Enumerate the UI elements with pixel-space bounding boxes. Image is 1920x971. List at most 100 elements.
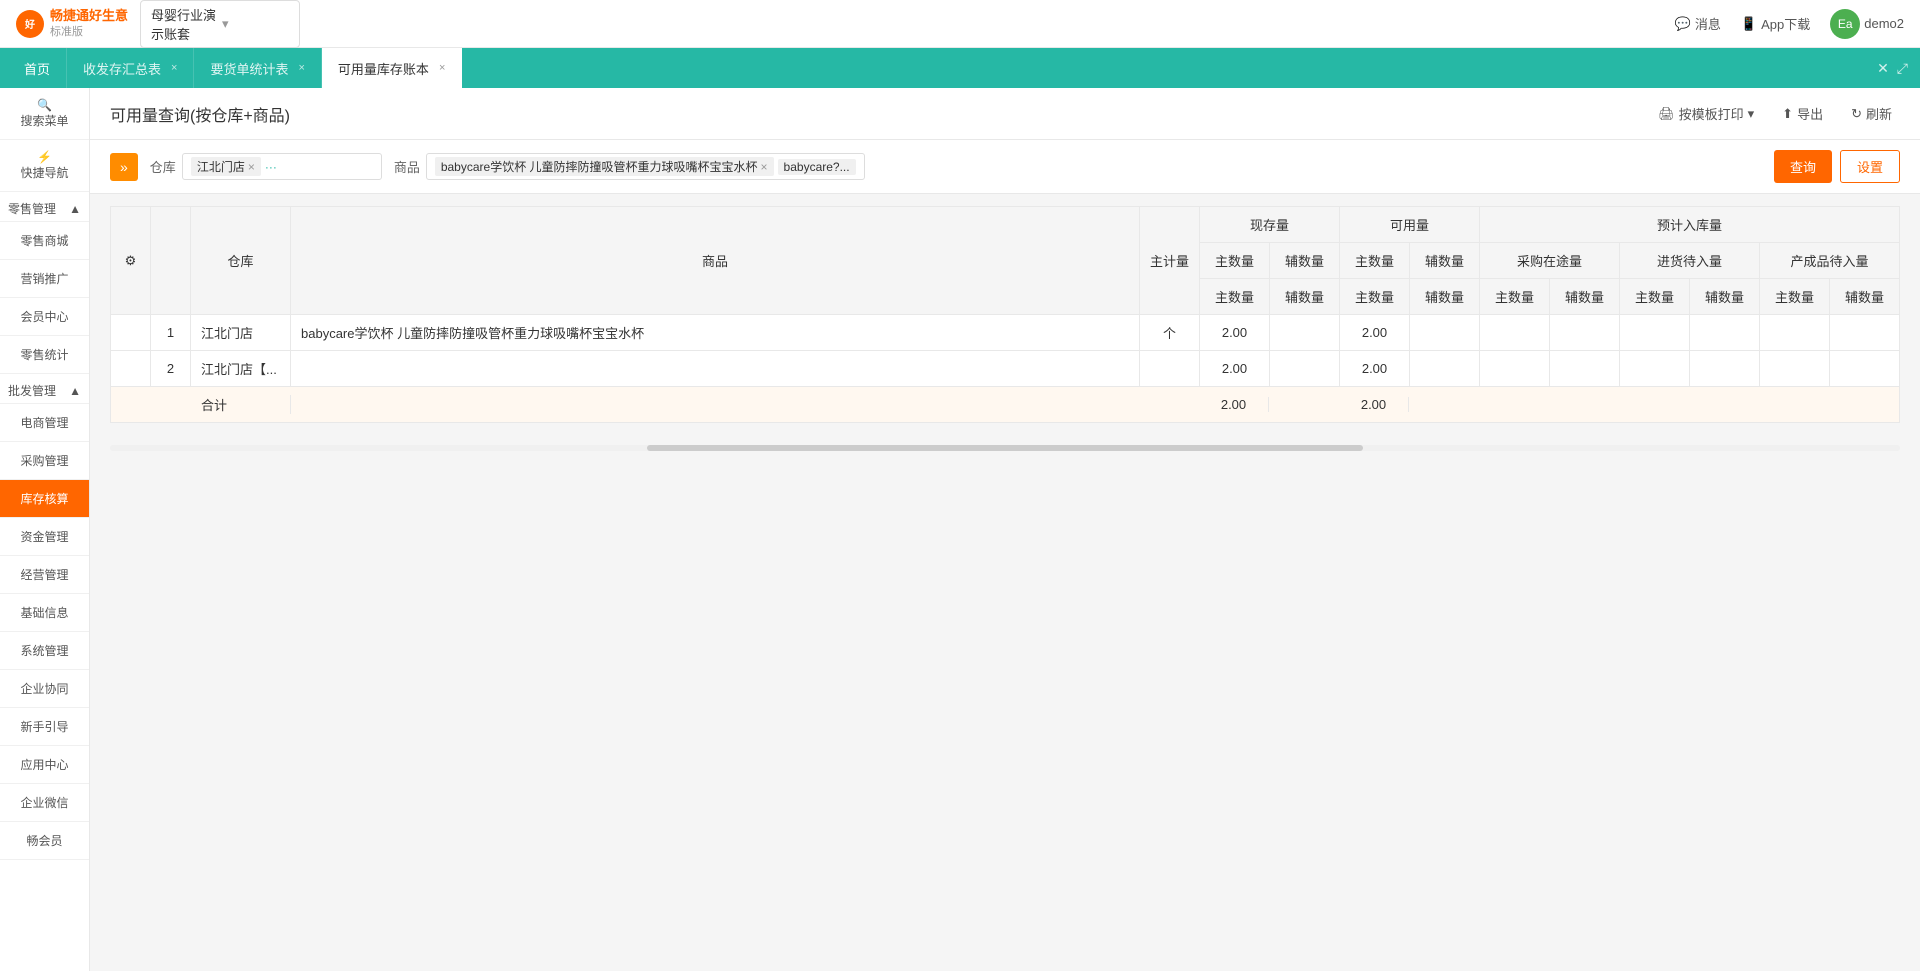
row2-purchase-aux: [1550, 351, 1620, 387]
basics-label: 基础信息: [20, 606, 68, 620]
message-label: 消息: [1695, 14, 1721, 33]
settings-button[interactable]: 设置: [1840, 150, 1900, 183]
nav-win-controls: ✕ ⤢: [1877, 48, 1920, 88]
industry-selector[interactable]: 母婴行业演示账套 ▾: [140, 0, 300, 48]
row1-product: babycare学饮杯 儿童防摔防撞吸管杯重力球吸嘴杯宝宝水杯: [291, 315, 1140, 351]
th-inbound-main: 主数量: [1620, 279, 1690, 315]
row2-production-main: [1760, 351, 1830, 387]
newbie-label: 新手引导: [20, 720, 68, 734]
export-button[interactable]: ⬆ 导出: [1774, 100, 1831, 127]
print-button[interactable]: 🖨 按模板打印 ▾: [1650, 100, 1762, 127]
sidebar-item-newbie[interactable]: 新手引导: [0, 708, 89, 746]
sidebar-item-member2[interactable]: 畅会员: [0, 822, 89, 860]
tab-receive-summary-label: 收发存汇总表: [83, 59, 161, 78]
warehouse-tag-text: 江北门店: [197, 158, 245, 175]
close-window-icon[interactable]: ✕: [1877, 60, 1889, 77]
username: demo2: [1864, 16, 1904, 31]
row1-inbound-main: [1620, 315, 1690, 351]
main-layout: 🔍 搜索菜单 ⚡ 快捷导航 零售管理 ▲ 零售商城 营销推广 会员中心 零售统计…: [0, 88, 1920, 971]
th-production-group: 产成品待入量: [1760, 243, 1900, 279]
sidebar-item-marketing[interactable]: 营销推广: [0, 260, 89, 298]
sidebar-item-purchase[interactable]: 采购管理: [0, 442, 89, 480]
horizontal-scrollbar[interactable]: [110, 445, 1900, 451]
th-production-aux: 辅数量: [1830, 279, 1900, 315]
user-area[interactable]: Ea demo2: [1830, 9, 1904, 39]
sidebar-group-retail[interactable]: 零售管理 ▲: [0, 192, 89, 222]
sidebar-search[interactable]: 🔍 搜索菜单: [0, 88, 89, 140]
top-bar-right: 💬 消息 📱 App下载 Ea demo2: [1675, 9, 1904, 39]
row2-inbound-main: [1620, 351, 1690, 387]
table-row: 1 江北门店 babycare学饮杯 儿童防摔防撞吸管杯重力球吸嘴杯宝宝水杯 个…: [111, 315, 1900, 351]
export-label: 导出: [1797, 104, 1823, 123]
row2-settings: [111, 351, 151, 387]
sidebar-quick-nav[interactable]: ⚡ 快捷导航: [0, 140, 89, 192]
sidebar-item-wecom[interactable]: 企业微信: [0, 784, 89, 822]
table-container: ⚙ 仓库 商品 主计量 现存量 可用量 预计入库量 主数量 辅数量 主数量 辅数…: [90, 194, 1920, 435]
th-purchase-main: 主数量: [1480, 279, 1550, 315]
th-purchase-aux: 辅数量: [1550, 279, 1620, 315]
row2-production-aux: [1830, 351, 1900, 387]
tab-available-stock[interactable]: 可用量库存账本 ×: [322, 48, 462, 88]
tab-receive-summary[interactable]: 收发存汇总表 ×: [67, 48, 194, 88]
th-settings[interactable]: ⚙: [111, 207, 151, 315]
sidebar-item-enterprise[interactable]: 企业协同: [0, 670, 89, 708]
table-footer: 合计 2.00 2.00: [110, 387, 1900, 423]
app-download-label: App下载: [1761, 14, 1810, 33]
message-button[interactable]: 💬 消息: [1675, 14, 1721, 33]
sidebar-item-finance[interactable]: 资金管理: [0, 518, 89, 556]
product-tag-text-1: babycare?...: [784, 160, 850, 174]
row2-available-aux: [1410, 351, 1480, 387]
footer-stock-main: 2.00: [1199, 397, 1269, 412]
tab-available-stock-close[interactable]: ×: [439, 62, 445, 74]
data-table: ⚙ 仓库 商品 主计量 现存量 可用量 预计入库量 主数量 辅数量 主数量 辅数…: [110, 206, 1900, 387]
row2-unit: [1139, 351, 1199, 387]
footer-label: 合计: [201, 398, 227, 413]
logo-icon: 好: [16, 10, 44, 38]
footer-available-main: 2.00: [1339, 397, 1409, 412]
product-filter-tags[interactable]: babycare学饮杯 儿童防摔防撞吸管杯重力球吸嘴杯宝宝水杯 × babyca…: [426, 153, 865, 180]
sidebar-item-basics[interactable]: 基础信息: [0, 594, 89, 632]
product-tag-close-0[interactable]: ×: [761, 160, 768, 174]
sidebar-item-retail-stats[interactable]: 零售统计: [0, 336, 89, 374]
inventory-label: 库存核算: [20, 492, 68, 506]
wholesale-label: 批发管理: [8, 382, 56, 399]
member-label: 会员中心: [20, 310, 68, 324]
warehouse-filter-tags[interactable]: 江北门店 × ···: [182, 153, 382, 180]
tab-receive-summary-close[interactable]: ×: [171, 62, 177, 74]
table-row: 2 江北门店【... 2.00 2.00: [111, 351, 1900, 387]
th-available-group: 可用量: [1340, 207, 1480, 243]
th-available-aux-2: 辅数量: [1410, 279, 1480, 315]
sidebar-group-wholesale[interactable]: 批发管理 ▲: [0, 374, 89, 404]
th-stock-aux-2: 辅数量: [1270, 279, 1340, 315]
industry-label: 母婴行业演示账套: [151, 5, 218, 43]
filter-toggle-button[interactable]: »: [110, 153, 138, 181]
search-menu-label: 搜索菜单: [8, 112, 81, 129]
scrollbar-thumb[interactable]: [647, 445, 1363, 451]
ecommerce-label: 电商管理: [20, 416, 68, 430]
sidebar-item-retail-mall[interactable]: 零售商城: [0, 222, 89, 260]
row1-warehouse: 江北门店: [191, 315, 291, 351]
enterprise-label: 企业协同: [20, 682, 68, 696]
tab-home[interactable]: 首页: [8, 48, 67, 88]
th-stock-main-2: 主数量: [1200, 279, 1270, 315]
sidebar-item-ecommerce[interactable]: 电商管理: [0, 404, 89, 442]
tab-order-stats[interactable]: 要货单统计表 ×: [194, 48, 321, 88]
sidebar-item-system[interactable]: 系统管理: [0, 632, 89, 670]
sidebar-item-member[interactable]: 会员中心: [0, 298, 89, 336]
warehouse-more[interactable]: ···: [265, 160, 277, 174]
phone-icon: 📱: [1741, 16, 1757, 32]
query-button[interactable]: 查询: [1774, 150, 1832, 183]
sidebar-item-inventory[interactable]: 库存核算: [0, 480, 89, 518]
tab-order-stats-close[interactable]: ×: [298, 62, 304, 74]
warehouse-tag-close[interactable]: ×: [248, 160, 255, 174]
retail-mall-label: 零售商城: [20, 234, 68, 248]
sidebar-item-appcenter[interactable]: 应用中心: [0, 746, 89, 784]
th-warehouse: 仓库: [191, 207, 291, 315]
refresh-button[interactable]: ↻ 刷新: [1843, 100, 1900, 127]
maximize-window-icon[interactable]: ⤢: [1897, 60, 1908, 77]
row2-warehouse: 江北门店【...: [191, 351, 291, 387]
content-area: 可用量查询(按仓库+商品) 🖨 按模板打印 ▾ ⬆ 导出 ↻ 刷新 »: [90, 88, 1920, 971]
purchase-label: 采购管理: [20, 454, 68, 468]
app-download-button[interactable]: 📱 App下载: [1741, 14, 1810, 33]
sidebar-item-operations[interactable]: 经营管理: [0, 556, 89, 594]
